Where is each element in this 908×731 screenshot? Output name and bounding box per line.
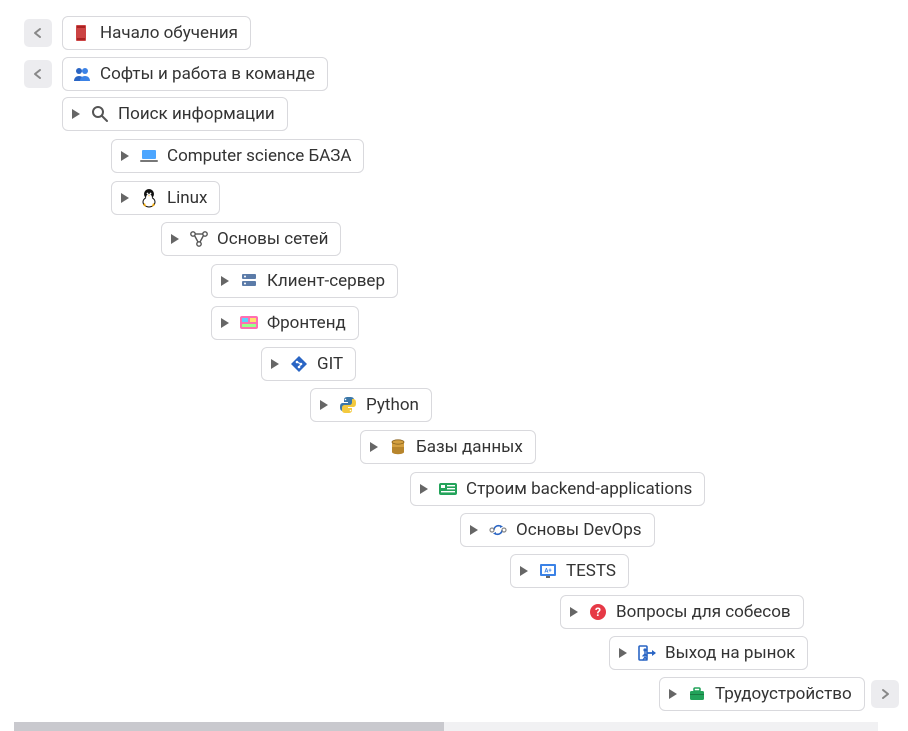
svg-text:A+: A+ <box>544 568 552 575</box>
expand-triangle-icon[interactable] <box>320 400 328 410</box>
book-red-icon <box>72 24 92 42</box>
network-icon <box>189 230 209 248</box>
node-n13[interactable]: A+ TESTS <box>510 554 629 588</box>
python-icon <box>338 396 358 414</box>
expand-triangle-icon[interactable] <box>271 359 279 369</box>
node-label: Софты и работа в команде <box>100 64 315 84</box>
laptop-blue-icon <box>139 148 159 164</box>
expand-triangle-icon[interactable] <box>420 484 428 494</box>
node-label: Базы данных <box>416 437 523 457</box>
expand-triangle-icon[interactable] <box>171 234 179 244</box>
backend-icon <box>438 481 458 497</box>
node-n0[interactable]: Начало обучения <box>62 16 251 50</box>
node-label: Трудоустройство <box>715 684 852 704</box>
svg-text:?: ? <box>595 605 601 619</box>
node-label: Computer science БАЗА <box>167 146 351 166</box>
scroll-thumb[interactable] <box>14 722 444 731</box>
expand-triangle-icon[interactable] <box>221 276 229 286</box>
expand-triangle-icon[interactable] <box>221 318 229 328</box>
tests-icon: A+ <box>538 562 558 580</box>
node-label: Вопросы для собесов <box>616 602 791 622</box>
exit-icon <box>637 644 657 662</box>
node-n7[interactable]: Фронтенд <box>211 306 359 340</box>
node-n6[interactable]: Клиент-сервер <box>211 264 398 298</box>
node-n4[interactable]: Linux <box>111 181 220 215</box>
node-n5[interactable]: Основы сетей <box>161 222 341 256</box>
tux-icon <box>139 188 159 208</box>
node-label: Linux <box>167 188 207 208</box>
node-label: Выход на рынок <box>665 643 795 663</box>
node-label: Фронтенд <box>267 313 346 333</box>
briefcase-icon <box>687 686 707 702</box>
horizontal-scrollbar[interactable] <box>14 722 878 731</box>
node-label: Начало обучения <box>100 23 238 43</box>
nav-left-button[interactable] <box>24 19 52 47</box>
node-label: Основы сетей <box>217 229 328 249</box>
node-n3[interactable]: Computer science БАЗА <box>111 139 364 173</box>
node-n14[interactable]: ? Вопросы для собесов <box>560 595 804 629</box>
people-blue-icon <box>72 66 92 82</box>
node-label: TESTS <box>566 561 616 581</box>
node-label: Клиент-сервер <box>267 271 385 291</box>
node-n10[interactable]: Базы данных <box>360 430 536 464</box>
magnifier-icon <box>90 105 110 123</box>
node-label: GIT <box>317 354 343 374</box>
expand-triangle-icon[interactable] <box>669 689 677 699</box>
question-icon: ? <box>588 603 608 621</box>
expand-triangle-icon[interactable] <box>570 607 578 617</box>
canvas: Начало обучения Софты и работа в команде П… <box>0 0 908 731</box>
expand-triangle-icon[interactable] <box>370 442 378 452</box>
node-n9[interactable]: Python <box>310 388 432 422</box>
node-label: Строим backend-applications <box>466 479 692 499</box>
node-n16[interactable]: Трудоустройство <box>659 677 865 711</box>
expand-triangle-icon[interactable] <box>619 648 627 658</box>
nav-left-button[interactable] <box>24 60 52 88</box>
expand-triangle-icon[interactable] <box>72 109 80 119</box>
node-n11[interactable]: Строим backend-applications <box>410 472 705 506</box>
node-n2[interactable]: Поиск информации <box>62 97 288 131</box>
nav-right-button[interactable] <box>871 680 899 708</box>
node-n1[interactable]: Софты и работа в команде <box>62 57 328 91</box>
frontend-icon <box>239 314 259 332</box>
node-n8[interactable]: GIT <box>261 347 356 381</box>
node-label: Основы DevOps <box>516 520 642 540</box>
expand-triangle-icon[interactable] <box>121 193 129 203</box>
expand-triangle-icon[interactable] <box>121 151 129 161</box>
database-icon <box>388 438 408 456</box>
expand-triangle-icon[interactable] <box>520 566 528 576</box>
node-label: Поиск информации <box>118 104 275 124</box>
node-label: Python <box>366 395 419 415</box>
git-icon <box>289 355 309 373</box>
server-icon <box>239 272 259 290</box>
devops-icon <box>488 522 508 538</box>
expand-triangle-icon[interactable] <box>470 525 478 535</box>
node-n12[interactable]: Основы DevOps <box>460 513 655 547</box>
node-n15[interactable]: Выход на рынок <box>609 636 808 670</box>
